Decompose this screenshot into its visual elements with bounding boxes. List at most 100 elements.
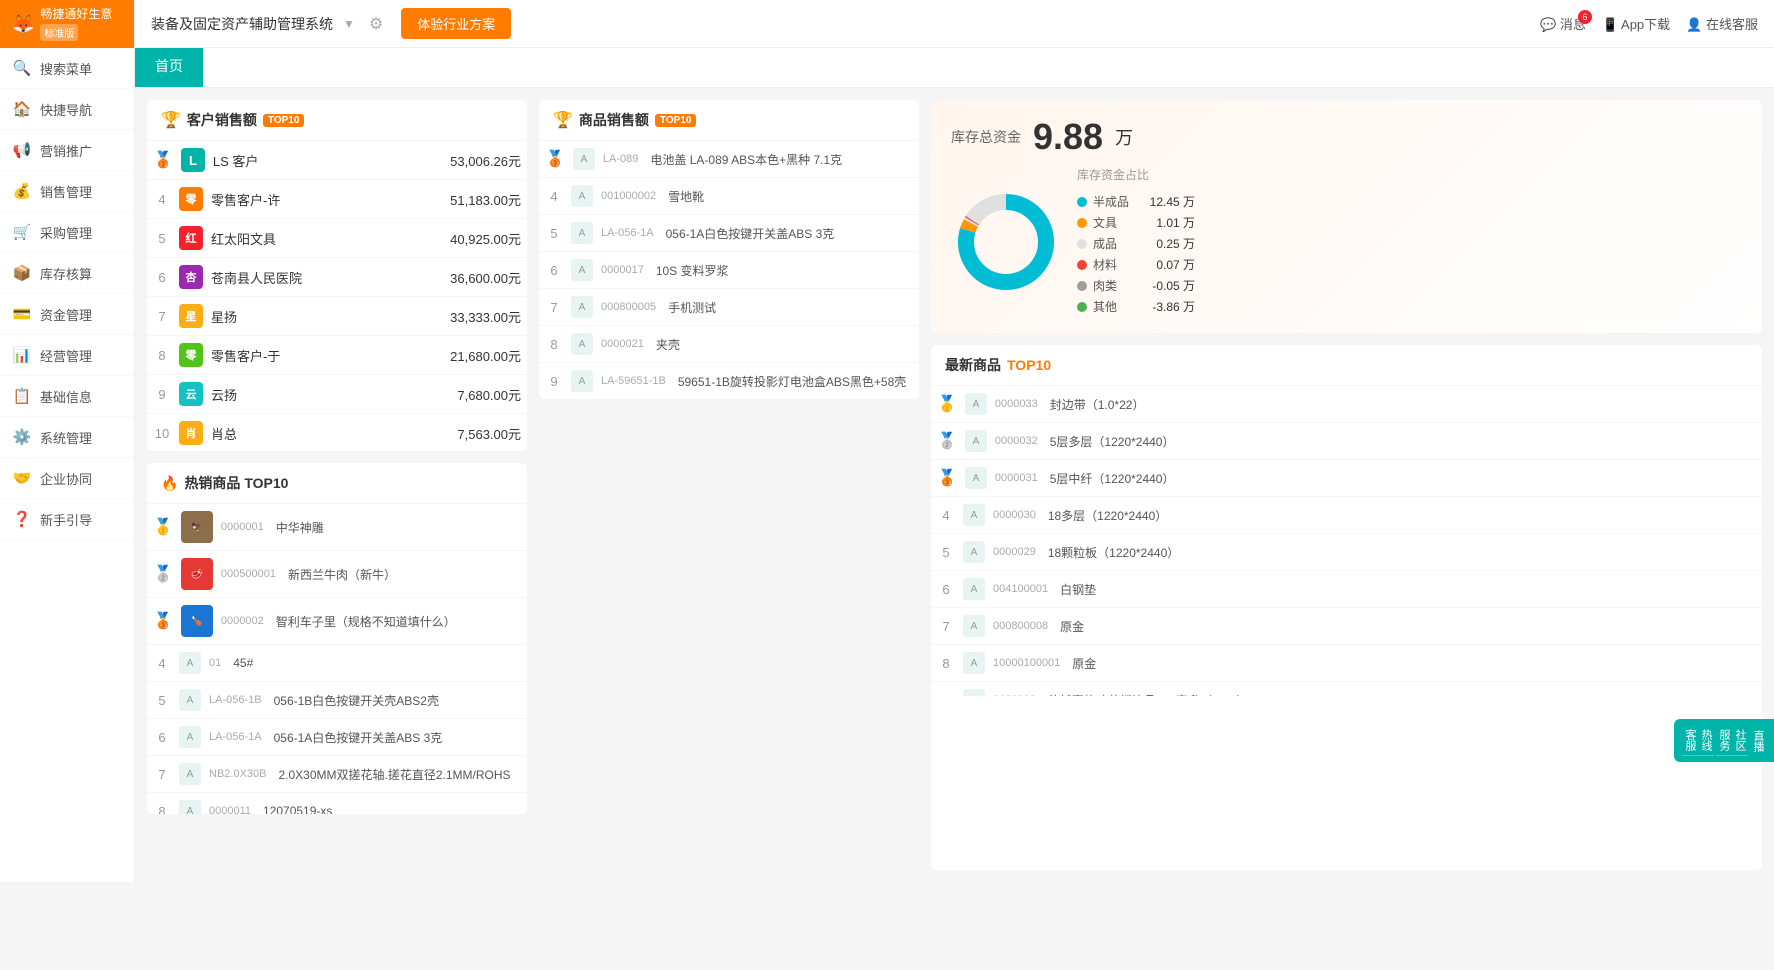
nav-enterprise-label: 企业协同	[40, 469, 92, 488]
sidebar-item-enterprise[interactable]: 🤝 企业协同	[0, 458, 134, 499]
legend-label: 肉类	[1093, 277, 1129, 294]
legend-label: 半成品	[1093, 193, 1129, 210]
product-sales-panel: 🏆 商品销售额 TOP10 🥉 A LA-089 电池盖 LA-089 ABS本…	[539, 100, 919, 399]
sidebar-item-guide[interactable]: ❓ 新手引导	[0, 499, 134, 540]
customer-avatar: 肖	[179, 421, 203, 445]
rank-num: 7	[545, 300, 563, 315]
product-code: LA-056-1B	[209, 694, 262, 706]
product-name: 白钢垫	[1060, 581, 1756, 598]
online-service[interactable]: 👤 在线客服	[1686, 14, 1758, 33]
rank-num: 7	[937, 619, 955, 634]
new-products-panel: 最新商品 TOP10 🥇 A 0000033 封边带（1.0*22） 🥈 A 0…	[931, 345, 1762, 870]
search-menu[interactable]: 🔍 搜索菜单	[0, 48, 134, 89]
float-live-item[interactable]: 直播	[1750, 725, 1766, 756]
product-code: LA-59651-1B	[601, 375, 666, 387]
product-code: 0000031	[995, 472, 1038, 484]
customer-name: 零售客户-于	[211, 346, 423, 365]
product-name: 12070519-xs	[263, 804, 521, 814]
product-thumb: A	[965, 467, 987, 489]
sidebar-item-operations[interactable]: 📊 经营管理	[0, 335, 134, 376]
sidebar-item-marketing[interactable]: 📢 营销推广	[0, 130, 134, 171]
customer-name: 肖总	[211, 424, 423, 443]
customer-amount: 7,680.00元	[431, 385, 521, 404]
float-service-item[interactable]: 客服热线	[1682, 725, 1714, 756]
sidebar-item-finance[interactable]: 💳 资金管理	[0, 294, 134, 335]
rank-num: 4	[153, 192, 171, 207]
list-item: 7 A NB2.0X30B 2.0X30MM双搓花轴.搓花直径2.1MM/ROH…	[147, 756, 527, 793]
service-icon: 👤	[1686, 17, 1702, 32]
float-service-btn[interactable]: 客服热线 服务社区 直播	[1674, 719, 1774, 762]
list-item: 5 A 0000029 18颗粒板（1220*2440）	[931, 534, 1762, 571]
sidebar-item-basic[interactable]: 📋 基础信息	[0, 376, 134, 417]
customer-avatar: 红	[179, 226, 203, 250]
search-label: 搜索菜单	[40, 59, 92, 78]
float-community-item[interactable]: 服务社区	[1716, 725, 1748, 756]
nav-marketing-label: 营销推广	[40, 141, 92, 160]
product-thumb: A	[571, 370, 593, 392]
medal-silver: 🥈	[153, 564, 173, 584]
list-item: 10 肖 肖总 7,563.00元	[147, 414, 527, 451]
rank-num: 5	[545, 226, 563, 241]
product-name: 10S 变料罗浆	[656, 262, 913, 279]
product-thumb: A	[963, 689, 985, 696]
product-code: LA-056-1A	[209, 731, 262, 743]
customer-name: LS 客户	[213, 151, 423, 170]
product-code: 000500001	[221, 568, 276, 580]
rank-num: 7	[153, 309, 171, 324]
app-download[interactable]: 📱 App下载	[1602, 14, 1670, 33]
product-name: 2.0X30MM双搓花轴.搓花直径2.1MM/ROHS	[278, 766, 521, 783]
rank-num: 4	[153, 656, 171, 671]
customer-ranking-list: 🥉 L LS 客户 53,006.26元 4 零 零售客户-许 51,183.0…	[147, 141, 527, 451]
product-name: 手机测试	[668, 299, 913, 316]
product-name: 原金	[1072, 655, 1756, 672]
message-badge[interactable]: 💬 消息 6	[1540, 14, 1586, 33]
sidebar-item-purchase[interactable]: 🛒 采购管理	[0, 212, 134, 253]
sidebar: 🦊 畅捷通好生意 标准版 🔍 搜索菜单 🏠 快捷导航 📢 营销推广 💰 销售管理…	[0, 0, 135, 882]
legend-item: 成品 0.25 万	[1077, 233, 1195, 254]
new-products-label: 最新商品	[945, 355, 1001, 375]
list-item: 🥈 A 0000032 5层多层（1220*2440）	[931, 423, 1762, 460]
product-code: LA-056-1A	[601, 227, 654, 239]
product-name: 智利车子里（规格不知道填什么）	[276, 613, 521, 630]
dropdown-arrow[interactable]: ▼	[343, 17, 355, 31]
customer-amount: 7,563.00元	[431, 424, 521, 443]
sidebar-item-sales[interactable]: 💰 销售管理	[0, 171, 134, 212]
legend-dot-finished	[1077, 239, 1087, 249]
product-thumb: 🍗	[181, 605, 213, 637]
legend-label: 文具	[1093, 214, 1129, 231]
operations-icon: 📊	[12, 345, 32, 365]
sidebar-item-quicknav[interactable]: 🏠 快捷导航	[0, 89, 134, 130]
tab-home[interactable]: 首页	[135, 48, 203, 87]
sidebar-item-inventory[interactable]: 📦 库存核算	[0, 253, 134, 294]
product-name: 电池盖 LA-089 ABS本色+黑种 7.1克	[650, 151, 913, 168]
product-name: 18多层（1220*2440）	[1048, 507, 1756, 524]
product-code: 10000100001	[993, 657, 1060, 669]
legend-val: 12.45 万	[1135, 193, 1195, 210]
inventory-title: 库存总资金	[951, 127, 1021, 147]
nav-system-label: 系统管理	[40, 428, 92, 447]
product-thumb: A	[963, 578, 985, 600]
medal-bronze: 🥉	[153, 150, 173, 170]
trial-button[interactable]: 体验行业方案	[401, 8, 511, 39]
rank-num: 6	[937, 582, 955, 597]
product-code: 0000033	[995, 398, 1038, 410]
settings-icon[interactable]: ⚙	[369, 14, 383, 34]
new-products-list: 🥇 A 0000033 封边带（1.0*22） 🥈 A 0000032 5层多层…	[931, 386, 1762, 696]
top10-badge-products: TOP10	[655, 114, 697, 127]
trophy-icon: 🏆	[161, 110, 181, 130]
list-item: 🥉 A 0000031 5层中纤（1220*2440）	[931, 460, 1762, 497]
list-item: 9 A LA-59651-1B 59651-1B旋转投影灯电池盒ABS黑色+58…	[539, 363, 919, 399]
product-name: 056-1B白色按键开关壳ABS2壳	[274, 692, 521, 709]
list-item: 5 A LA-056-1B 056-1B白色按键开关壳ABS2壳	[147, 682, 527, 719]
sidebar-item-system[interactable]: ⚙️ 系统管理	[0, 417, 134, 458]
rank-num: 5	[153, 231, 171, 246]
customer-amount: 53,006.26元	[431, 151, 521, 170]
legend-label: 成品	[1093, 235, 1129, 252]
legend-dot-semifinished	[1077, 197, 1087, 207]
customer-ranking-label: 客户销售额	[187, 110, 257, 130]
product-thumb: A	[571, 333, 593, 355]
marketing-icon: 📢	[12, 140, 32, 160]
legend-item: 其他 -3.86 万	[1077, 296, 1195, 317]
product-code: LA-089	[603, 153, 638, 165]
system-title: 装备及固定资产辅助管理系统	[151, 14, 333, 34]
